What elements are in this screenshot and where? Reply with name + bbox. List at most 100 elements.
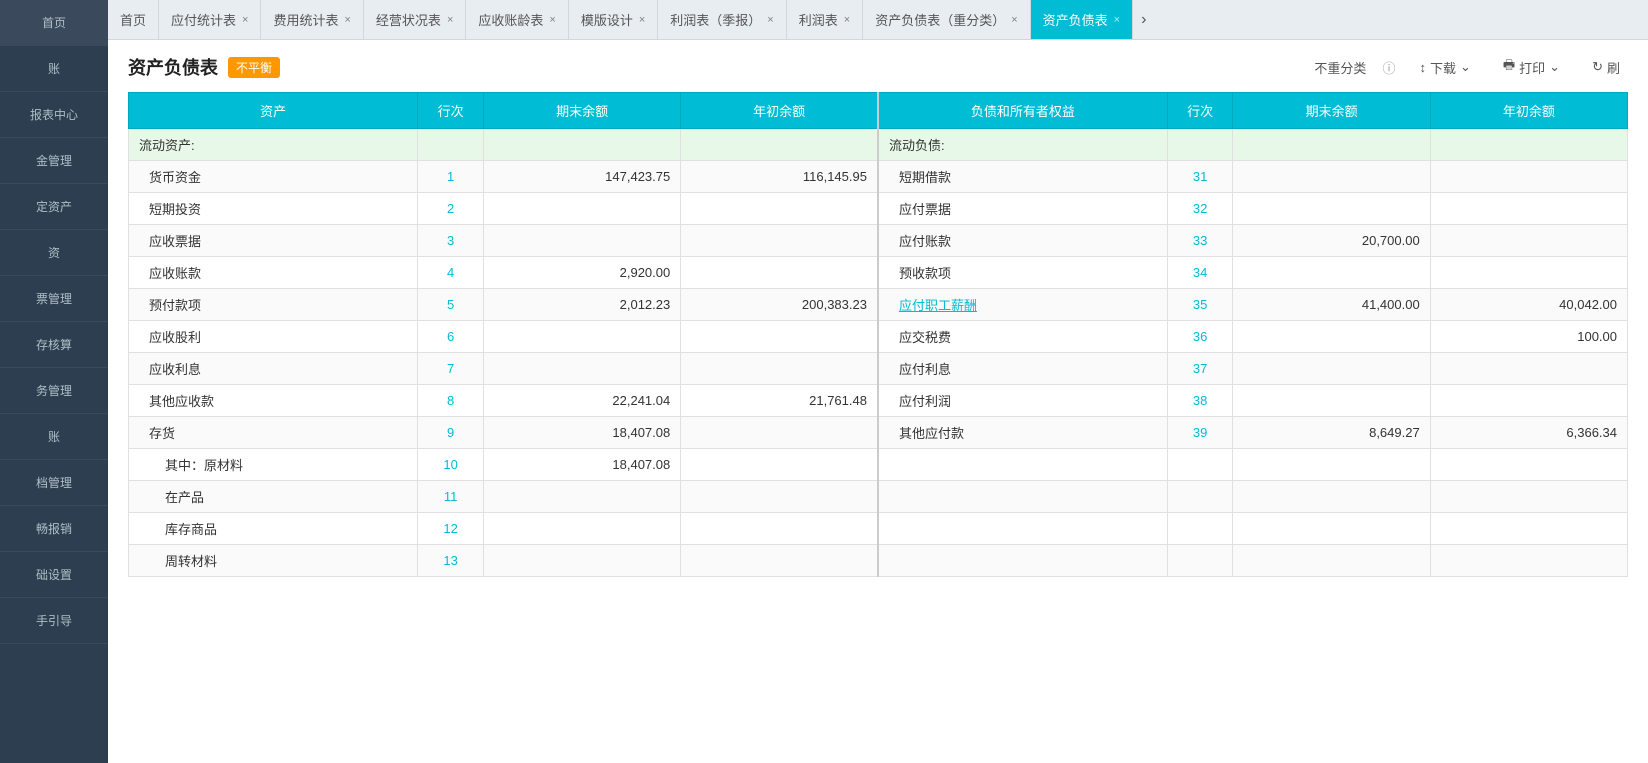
tab-expense-stats-close[interactable]: × — [344, 14, 350, 26]
right-start-10 — [1430, 449, 1627, 481]
download-button[interactable]: ↕ 下载 ⌄ — [1411, 54, 1478, 81]
right-start-13 — [1430, 545, 1627, 577]
left-end-12 — [484, 513, 681, 545]
right-end-2 — [1233, 193, 1430, 225]
tab-home-label: 首页 — [120, 10, 146, 29]
left-start-4 — [681, 257, 878, 289]
right-name-5[interactable]: 应付职工薪酬 — [878, 289, 1167, 321]
left-name-1: 货币资金 — [129, 161, 418, 193]
right-start-7 — [1430, 353, 1627, 385]
sidebar-item-settings[interactable]: 础设置 — [0, 552, 108, 598]
table-header-row: 资产 行次 期末余额 年初余额 负债和所有者权益 行次 期末余额 年初余额 — [129, 93, 1628, 129]
tab-operations-close[interactable]: × — [447, 14, 453, 26]
tab-profit-quarterly[interactable]: 利润表（季报） × — [658, 0, 786, 40]
balance-sheet-table-container: 资产 行次 期末余额 年初余额 负债和所有者权益 行次 期末余额 年初余额 流动… — [108, 92, 1648, 597]
left-name-11: 在产品 — [129, 481, 418, 513]
sidebar-item-invoice[interactable]: 票管理 — [0, 276, 108, 322]
tab-expense-stats[interactable]: 费用统计表 × — [261, 0, 363, 40]
sidebar-item-investment[interactable]: 资 — [0, 230, 108, 276]
table-row: 库存商品 12 — [129, 513, 1628, 545]
left-start-5: 200,383.23 — [681, 289, 878, 321]
left-end-2 — [484, 193, 681, 225]
tab-profit-label: 利润表 — [799, 10, 838, 29]
right-start-4 — [1430, 257, 1627, 289]
tab-aging[interactable]: 应收账龄表 × — [466, 0, 568, 40]
tab-template-design[interactable]: 模版设计 × — [569, 0, 658, 40]
refresh-icon: ↻ — [1592, 59, 1603, 75]
no-reclassify-label: 不重分类 — [1314, 58, 1366, 77]
table-row: 应收票据 3 应付账款 33 20,700.00 — [129, 225, 1628, 257]
right-start-3 — [1430, 225, 1627, 257]
right-name-7: 应付利息 — [878, 353, 1167, 385]
left-start-10 — [681, 449, 878, 481]
tab-balance-close[interactable]: × — [1114, 14, 1120, 26]
table-row: 应收股利 6 应交税费 36 100.00 — [129, 321, 1628, 353]
sidebar-item-guide[interactable]: 手引导 — [0, 598, 108, 644]
download-chevron-icon: ⌄ — [1460, 59, 1471, 75]
help-icon[interactable]: ⓘ — [1382, 58, 1395, 77]
tab-profit-quarterly-label: 利润表（季报） — [670, 10, 761, 29]
tab-payable-stats-close[interactable]: × — [242, 14, 248, 26]
tab-balance[interactable]: 资产负债表 × — [1031, 0, 1133, 40]
right-end-3: 20,700.00 — [1233, 225, 1430, 257]
section-current-assets: 流动资产: 流动负债: — [129, 129, 1628, 161]
tab-profit[interactable]: 利润表 × — [787, 0, 863, 40]
left-start-11 — [681, 481, 878, 513]
print-label: 打印 — [1519, 58, 1545, 77]
refresh-button[interactable]: ↻ 刷 — [1584, 54, 1628, 81]
right-end-6 — [1233, 321, 1430, 353]
content-area: 资产负债表 不平衡 不重分类 ⓘ ↕ 下载 ⌄ 🖶 打印 ⌄ ↻ 刷 — [108, 40, 1648, 763]
download-icon: ↕ — [1419, 60, 1426, 75]
right-end-12 — [1233, 513, 1430, 545]
section-left-label: 流动资产: — [129, 129, 418, 161]
sidebar-item-expense[interactable]: 畅报销 — [0, 506, 108, 552]
left-end-11 — [484, 481, 681, 513]
tab-template-design-label: 模版设计 — [581, 10, 633, 29]
right-name-9: 其他应付款 — [878, 417, 1167, 449]
left-name-7: 应收利息 — [129, 353, 418, 385]
tab-profit-quarterly-close[interactable]: × — [767, 14, 773, 26]
table-row: 短期投资 2 应付票据 32 — [129, 193, 1628, 225]
section-left-end — [484, 129, 681, 161]
page-title: 资产负债表 — [128, 54, 218, 80]
left-num-13: 13 — [418, 545, 484, 577]
tab-balance-reclassified-close[interactable]: × — [1011, 14, 1017, 26]
tab-home[interactable]: 首页 — [108, 0, 159, 40]
sidebar-item-affairs[interactable]: 务管理 — [0, 368, 108, 414]
left-name-10: 其中：原材料 — [129, 449, 418, 481]
tab-operations[interactable]: 经营状况表 × — [364, 0, 466, 40]
left-end-3 — [484, 225, 681, 257]
right-num-11 — [1167, 481, 1233, 513]
sidebar-item-fixed-assets[interactable]: 定资产 — [0, 184, 108, 230]
table-row: 其他应收款 8 22,241.04 21,761.48 应付利润 38 — [129, 385, 1628, 417]
right-num-8: 38 — [1167, 385, 1233, 417]
table-row: 预付款项 5 2,012.23 200,383.23 应付职工薪酬 35 41,… — [129, 289, 1628, 321]
tab-profit-close[interactable]: × — [844, 14, 850, 26]
sidebar-item-reports[interactable]: 报表中心 — [0, 92, 108, 138]
sidebar-item-cash[interactable]: 金管理 — [0, 138, 108, 184]
th-end-balance-left: 期末余额 — [484, 93, 681, 129]
tab-template-design-close[interactable]: × — [639, 14, 645, 26]
sidebar-item-account[interactable]: 账 — [0, 46, 108, 92]
tab-aging-close[interactable]: × — [549, 14, 555, 26]
tab-payable-stats[interactable]: 应付统计表 × — [159, 0, 261, 40]
tab-balance-reclassified[interactable]: 资产负债表（重分类） × — [863, 0, 1030, 40]
left-end-8: 22,241.04 — [484, 385, 681, 417]
left-start-12 — [681, 513, 878, 545]
right-start-12 — [1430, 513, 1627, 545]
tab-nav-right[interactable]: › — [1133, 0, 1154, 40]
left-start-8: 21,761.48 — [681, 385, 878, 417]
sidebar-item-ledger[interactable]: 账 — [0, 414, 108, 460]
right-name-6: 应交税费 — [878, 321, 1167, 353]
right-end-1 — [1233, 161, 1430, 193]
refresh-label: 刷 — [1607, 58, 1620, 77]
sidebar-item-archive[interactable]: 档管理 — [0, 460, 108, 506]
sidebar-item-inventory[interactable]: 存核算 — [0, 322, 108, 368]
left-num-2: 2 — [418, 193, 484, 225]
page-title-area: 资产负债表 不平衡 — [128, 54, 280, 80]
print-button[interactable]: 🖶 打印 ⌄ — [1495, 52, 1568, 82]
sidebar-item-home[interactable]: 首页 — [0, 0, 108, 46]
right-start-8 — [1430, 385, 1627, 417]
left-start-2 — [681, 193, 878, 225]
section-right-start — [1430, 129, 1627, 161]
